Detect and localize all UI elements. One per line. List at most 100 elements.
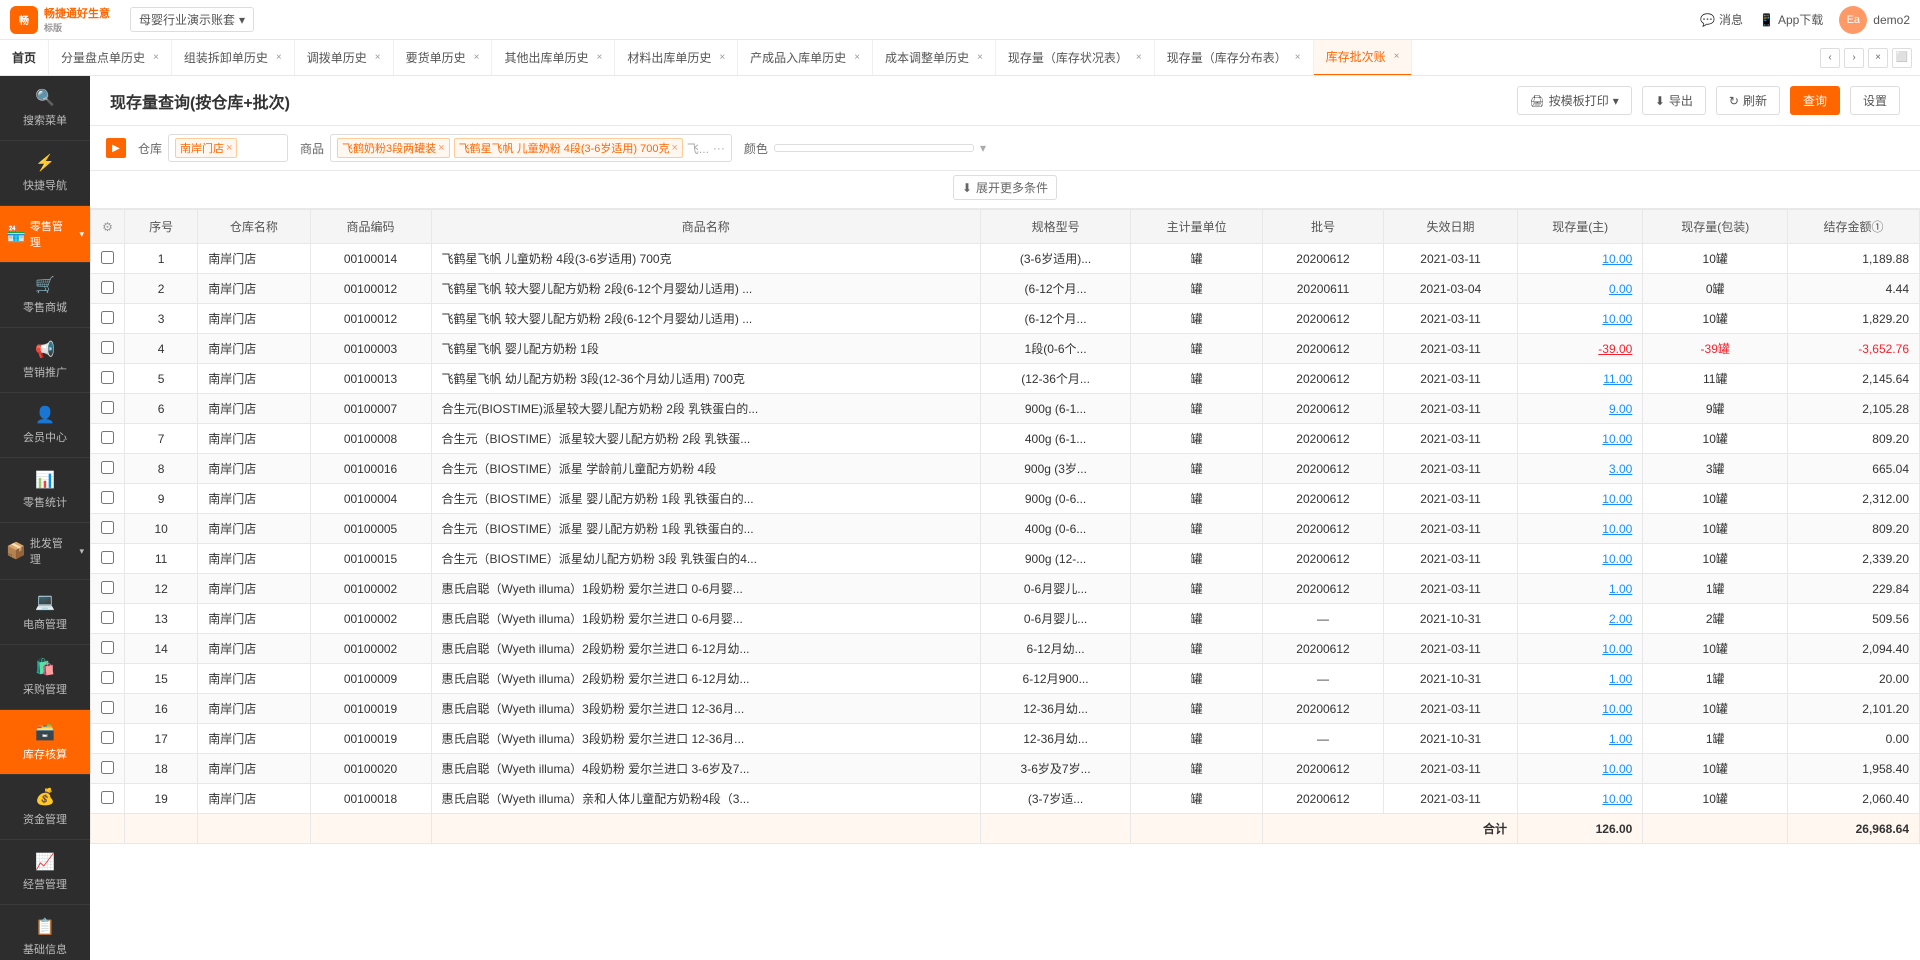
app-download-btn[interactable]: 📱 App下载: [1759, 11, 1823, 28]
cell-balance: 665.04: [1788, 454, 1920, 484]
product-filter-more[interactable]: 飞...: [687, 140, 709, 157]
tab-chenbendiaozheng[interactable]: 成本调整单历史×: [873, 40, 996, 76]
tab-xiancunliang-dist[interactable]: 现存量（库存分布表）×: [1155, 40, 1314, 76]
cell-checkbox[interactable]: [91, 364, 125, 394]
cell-batch: 20200612: [1262, 304, 1383, 334]
tab-diaobodanls[interactable]: 调拨单历史×: [295, 40, 394, 76]
product-tag-container[interactable]: 飞鹤奶粉3段两罐装 × 飞鹤星飞帆 儿童奶粉 4段(3-6岁适用) 700克 ×…: [330, 134, 732, 162]
cell-checkbox[interactable]: [91, 244, 125, 274]
close-icon[interactable]: ×: [596, 52, 602, 63]
sidebar-item-operation[interactable]: 📈 经营管理: [0, 840, 90, 905]
print-button[interactable]: 🖨 按模板打印 ▾: [1517, 86, 1632, 115]
sidebar-label-finance: 资金管理: [23, 811, 67, 827]
nav-prev-arrow[interactable]: ‹: [1820, 48, 1840, 68]
sidebar-item-marketing[interactable]: 📢 营销推广: [0, 328, 90, 393]
warehouse-tag-close[interactable]: ×: [226, 142, 232, 154]
cell-checkbox[interactable]: [91, 484, 125, 514]
cell-batch: 20200612: [1262, 634, 1383, 664]
sidebar-item-purchase[interactable]: 🛍️ 采购管理: [0, 645, 90, 710]
cell-checkbox[interactable]: [91, 514, 125, 544]
close-icon[interactable]: ×: [1295, 52, 1301, 63]
cell-checkbox[interactable]: [91, 544, 125, 574]
col-header-unit: 主计量单位: [1131, 210, 1263, 244]
close-icon[interactable]: ×: [1136, 52, 1142, 63]
cell-stock-main: 10.00: [1518, 544, 1643, 574]
sidebar-item-inventory[interactable]: 🗃️ 库存核算: [0, 710, 90, 775]
tab-yaohuo[interactable]: 要货单历史×: [394, 40, 493, 76]
sidebar-item-ecommerce[interactable]: 💻 电商管理: [0, 580, 90, 645]
cell-checkbox[interactable]: [91, 664, 125, 694]
footer-no-cell: [125, 814, 198, 844]
cell-balance: 2,101.20: [1788, 694, 1920, 724]
user-area[interactable]: Ea demo2: [1839, 6, 1910, 34]
settings-button[interactable]: 设置: [1850, 86, 1900, 115]
tab-cailiaochu[interactable]: 材料出库单历史×: [615, 40, 738, 76]
sidebar-item-wholesale[interactable]: 📦 批发管理: [0, 523, 90, 580]
cell-code: 00100014: [310, 244, 431, 274]
tab-kucunpiciche[interactable]: 库存批次账×: [1314, 40, 1413, 76]
close-icon[interactable]: ×: [1394, 51, 1400, 62]
sidebar-item-finance[interactable]: 💰 资金管理: [0, 775, 90, 840]
sidebar-item-quicknav[interactable]: ⚡ 快捷导航: [0, 141, 90, 206]
filter-collapse-btn[interactable]: ▶: [106, 138, 126, 158]
cell-stock-main: -39.00: [1518, 334, 1643, 364]
product-tag1-close[interactable]: ×: [438, 142, 444, 154]
product-filter-dots[interactable]: ···: [713, 141, 725, 155]
export-button[interactable]: ⬇ 导出: [1642, 86, 1706, 115]
product-tag2-close[interactable]: ×: [671, 142, 677, 154]
cell-checkbox[interactable]: [91, 394, 125, 424]
sidebar-item-retailshop[interactable]: 🛒 零售商城: [0, 263, 90, 328]
cell-checkbox[interactable]: [91, 454, 125, 484]
warehouse-tag-container[interactable]: 南岸门店 ×: [168, 134, 288, 162]
table-row: 19 南岸门店 00100018 惠氏启聪（Wyeth illuma）亲和人体儿…: [91, 784, 1920, 814]
cell-checkbox[interactable]: [91, 574, 125, 604]
cell-checkbox[interactable]: [91, 694, 125, 724]
close-icon[interactable]: ×: [719, 52, 725, 63]
color-filter-arrow[interactable]: ▾: [980, 141, 986, 155]
expand-conditions-button[interactable]: ⬇ 展开更多条件: [953, 175, 1057, 200]
sidebar-item-search[interactable]: 🔍 搜索菜单: [0, 76, 90, 141]
refresh-button[interactable]: ↻ 刷新: [1716, 86, 1780, 115]
cell-checkbox[interactable]: [91, 424, 125, 454]
cell-checkbox[interactable]: [91, 784, 125, 814]
cell-checkbox[interactable]: [91, 634, 125, 664]
tab-chanchengpin[interactable]: 产成品入库单历史×: [738, 40, 873, 76]
cell-code: 00100002: [310, 574, 431, 604]
close-icon[interactable]: ×: [375, 52, 381, 63]
cell-spec: 900g (0-6...: [980, 484, 1130, 514]
sidebar-label-operation: 经营管理: [23, 876, 67, 892]
close-icon[interactable]: ×: [276, 52, 282, 63]
close-icon[interactable]: ×: [153, 52, 159, 63]
cell-checkbox[interactable]: [91, 334, 125, 364]
nav-expand-arrow[interactable]: ⬜: [1892, 48, 1912, 68]
col-header-settings[interactable]: ⚙: [91, 210, 125, 244]
sidebar-item-retail[interactable]: 🏪 零售管理: [0, 206, 90, 263]
message-btn[interactable]: 💬 消息: [1700, 11, 1743, 28]
cell-checkbox[interactable]: [91, 274, 125, 304]
close-icon[interactable]: ×: [977, 52, 983, 63]
industry-selector[interactable]: 母婴行业演示账套 ▾: [130, 7, 254, 32]
nav-next-arrow[interactable]: ›: [1844, 48, 1864, 68]
nav-close-arrow[interactable]: ×: [1868, 48, 1888, 68]
tab-zuzhuangchaijian[interactable]: 组装拆卸单历史×: [172, 40, 295, 76]
cell-checkbox[interactable]: [91, 304, 125, 334]
cell-checkbox[interactable]: [91, 754, 125, 784]
close-icon[interactable]: ×: [854, 52, 860, 63]
sidebar-item-basic[interactable]: 📋 基础信息: [0, 905, 90, 960]
color-tag-container[interactable]: [774, 144, 974, 152]
cell-checkbox[interactable]: [91, 604, 125, 634]
tab-xiancunliang-status[interactable]: 现存量（库存状况表）×: [996, 40, 1155, 76]
sidebar-item-member[interactable]: 👤 会员中心: [0, 393, 90, 458]
settings-icon[interactable]: ⚙: [102, 220, 113, 234]
cell-no: 5: [125, 364, 198, 394]
table-row: 2 南岸门店 00100012 飞鹤星飞帆 较大婴儿配方奶粉 2段(6-12个月…: [91, 274, 1920, 304]
sidebar-item-retailstats[interactable]: 📊 零售统计: [0, 458, 90, 523]
query-button[interactable]: 查询: [1790, 86, 1840, 115]
cell-warehouse: 南岸门店: [198, 274, 310, 304]
cell-code: 00100005: [310, 514, 431, 544]
tab-qitachuku[interactable]: 其他出库单历史×: [492, 40, 615, 76]
close-icon[interactable]: ×: [474, 52, 480, 63]
tab-home[interactable]: 首页: [0, 40, 49, 76]
cell-checkbox[interactable]: [91, 724, 125, 754]
tab-fenliangpandian[interactable]: 分量盘点单历史×: [49, 40, 172, 76]
